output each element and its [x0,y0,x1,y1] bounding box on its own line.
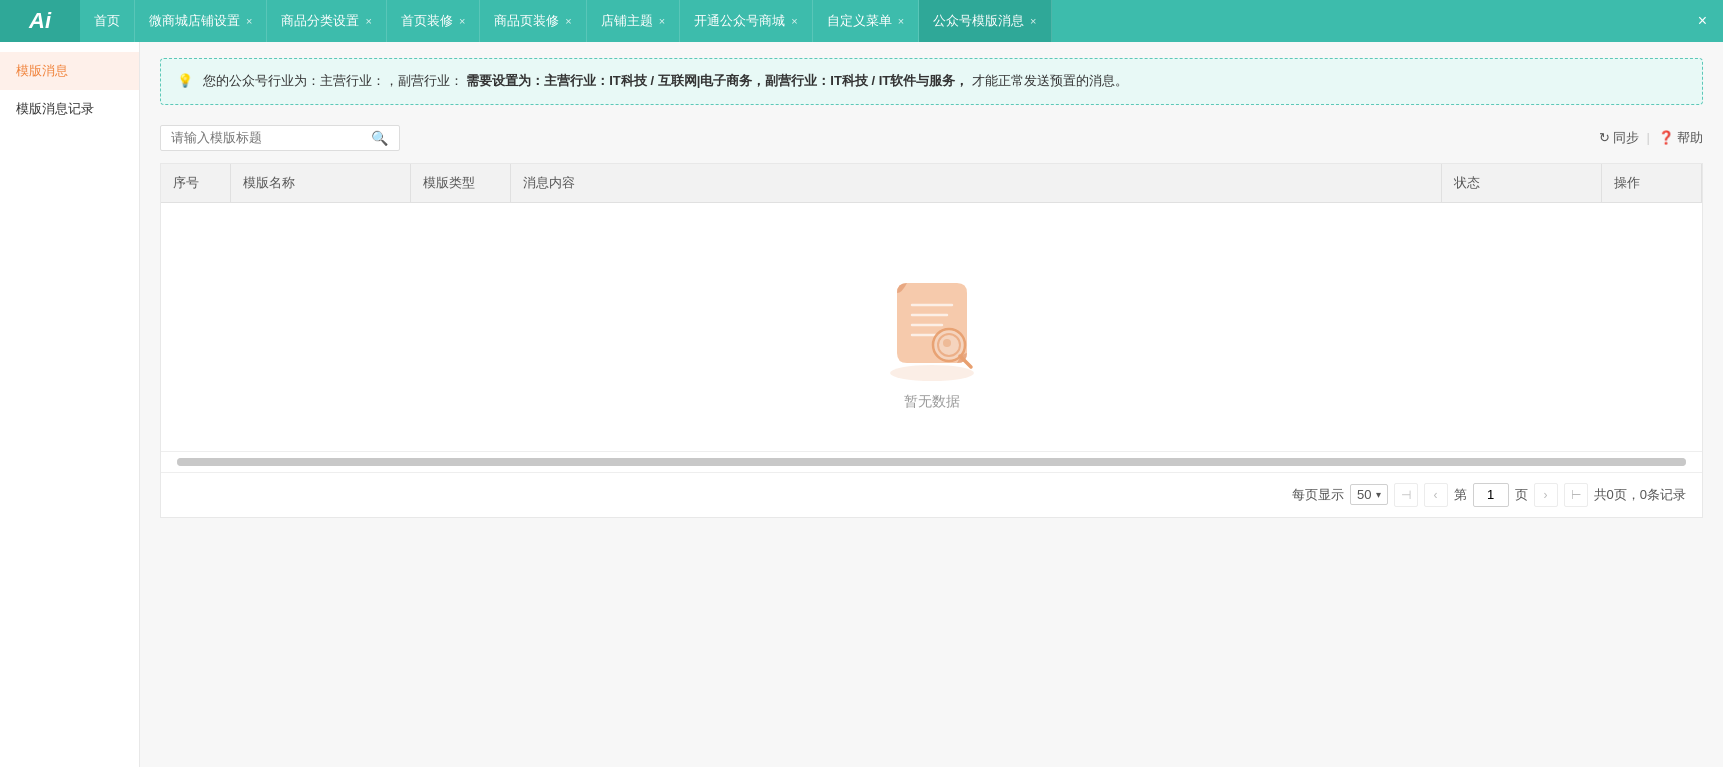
scrollbar-thumb [177,458,1686,466]
last-page-button[interactable]: ⊢ [1564,483,1588,507]
search-input-wrap: 🔍 [160,125,400,151]
main-content: 💡 您的公众号行业为：主营行业：，副营行业： 需要设置为：主营行业：IT科技 /… [140,42,1723,767]
tab-close-wsc-settings[interactable]: × [246,15,252,27]
tab-close-store-theme[interactable]: × [659,15,665,27]
col-no: 序号 [161,164,231,202]
sidebar-item-template-msg[interactable]: 模版消息 [0,52,139,90]
tab-bar: 首页微商城店铺设置×商品分类设置×首页装修×商品页装修×店铺主题×开通公众号商城… [80,0,1052,42]
help-label: 帮助 [1677,129,1703,147]
notice-suffix: 才能正常发送预置的消息。 [972,73,1128,88]
pagination-summary: 共0页，0条记录 [1594,486,1686,504]
tab-open-mall[interactable]: 开通公众号商城× [680,0,812,42]
tab-close-home-decor[interactable]: × [459,15,465,27]
page-size-select[interactable]: 50 ▾ [1350,484,1387,505]
tab-product-decor[interactable]: 商品页装修× [480,0,586,42]
page-label-post: 页 [1515,486,1528,504]
empty-icon [867,263,997,393]
next-page-button[interactable]: › [1534,483,1558,507]
tab-home-decor[interactable]: 首页装修× [387,0,480,42]
tab-close-category-settings[interactable]: × [365,15,371,27]
col-name: 模版名称 [231,164,411,202]
notice-icon: 💡 [177,73,193,88]
page-input[interactable] [1473,483,1509,507]
tab-close-open-mall[interactable]: × [791,15,797,27]
top-nav: Ai 首页微商城店铺设置×商品分类设置×首页装修×商品页装修×店铺主题×开通公众… [0,0,1723,42]
col-status: 状态 [1442,164,1602,202]
search-input[interactable] [171,130,371,145]
page-size-dropdown-icon: ▾ [1376,489,1381,500]
sync-label: 同步 [1613,129,1639,147]
app-logo: Ai [0,0,80,42]
toolbar-divider: | [1647,130,1650,145]
tab-custom-menu[interactable]: 自定义菜单× [813,0,919,42]
tab-wsc-settings[interactable]: 微商城店铺设置× [135,0,267,42]
page-size-value: 50 [1357,487,1371,502]
tab-home[interactable]: 首页 [80,0,135,42]
col-type: 模版类型 [411,164,511,202]
tab-category-settings[interactable]: 商品分类设置× [267,0,386,42]
table-header: 序号 模版名称 模版类型 消息内容 状态 操作 [161,164,1702,203]
first-page-button[interactable]: ⊣ [1394,483,1418,507]
global-close-button[interactable]: × [1682,12,1723,30]
search-icon[interactable]: 🔍 [371,130,388,146]
svg-point-0 [890,365,974,381]
tab-close-template-msg[interactable]: × [1030,15,1036,27]
help-button[interactable]: ❓ 帮助 [1658,129,1703,147]
pagination: 每页显示 50 ▾ ⊣ ‹ 第 页 › ⊢ 共0页，0条记录 [161,472,1702,517]
sidebar-item-template-log[interactable]: 模版消息记录 [0,90,139,128]
tab-close-product-decor[interactable]: × [565,15,571,27]
tab-close-custom-menu[interactable]: × [898,15,904,27]
prev-page-button[interactable]: ‹ [1424,483,1448,507]
col-action: 操作 [1602,164,1702,202]
sync-icon: ↻ [1599,130,1610,145]
horizontal-scrollbar[interactable] [177,458,1686,466]
toolbar-right: ↻ 同步 | ❓ 帮助 [1599,129,1703,147]
col-content: 消息内容 [511,164,1442,202]
empty-state: 暂无数据 [161,203,1702,451]
page-label-pre: 第 [1454,486,1467,504]
data-table: 序号 模版名称 模版类型 消息内容 状态 操作 [160,163,1703,518]
svg-point-8 [943,339,951,347]
help-icon: ❓ [1658,130,1674,145]
sync-button[interactable]: ↻ 同步 [1599,129,1639,147]
search-row: 🔍 ↻ 同步 | ❓ 帮助 [160,125,1703,151]
main-layout: 模版消息模版消息记录 💡 您的公众号行业为：主营行业：，副营行业： 需要设置为：… [0,42,1723,767]
tab-template-msg[interactable]: 公众号模版消息× [919,0,1051,42]
empty-text: 暂无数据 [904,393,960,411]
page-size-label: 每页显示 [1292,486,1344,504]
sidebar: 模版消息模版消息记录 [0,42,140,767]
notice-highlight: 需要设置为：主营行业：IT科技 / 互联网|电子商务，副营行业：IT科技 / I… [466,73,968,88]
tab-store-theme[interactable]: 店铺主题× [587,0,680,42]
notice-box: 💡 您的公众号行业为：主营行业：，副营行业： 需要设置为：主营行业：IT科技 /… [160,58,1703,105]
notice-prefix: 您的公众号行业为：主营行业：，副营行业： [203,73,463,88]
scrollbar-row [161,451,1702,472]
